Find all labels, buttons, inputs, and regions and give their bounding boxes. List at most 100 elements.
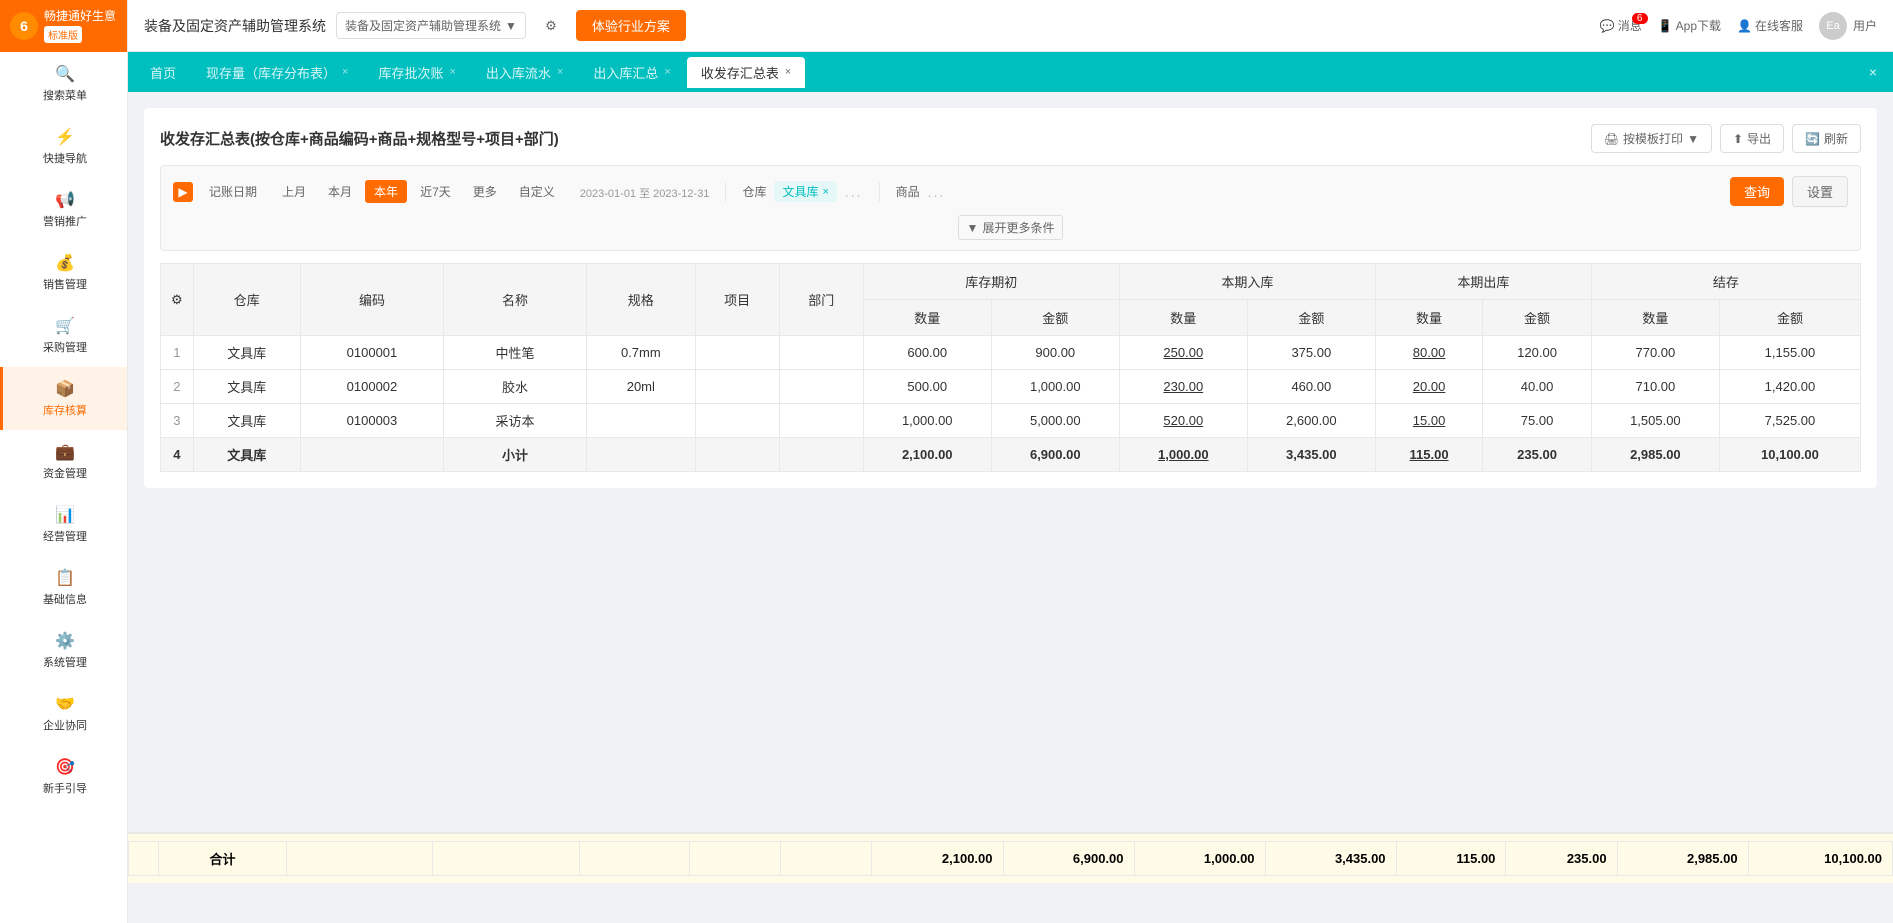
tab-batch[interactable]: 库存批次账 × bbox=[364, 57, 469, 88]
sidebar-item-basicinfo-label: 基础信息 bbox=[43, 591, 87, 607]
row-in-qty[interactable]: 230.00 bbox=[1119, 370, 1247, 404]
tab-batch-label: 库存批次账 bbox=[378, 63, 443, 82]
sidebar-item-purchase[interactable]: 🛒 采购管理 bbox=[0, 304, 127, 367]
newbie-icon: 🎯 bbox=[55, 757, 75, 777]
row-warehouse: 文具库 bbox=[193, 404, 300, 438]
goods-filter: 商品 ... bbox=[896, 183, 946, 200]
date-btn-more[interactable]: 更多 bbox=[464, 180, 506, 203]
date-btn-recent7[interactable]: 近7天 bbox=[411, 180, 460, 203]
th-dept: 部门 bbox=[779, 264, 863, 336]
th-open-amt: 金额 bbox=[991, 300, 1119, 336]
goods-more-button[interactable]: ... bbox=[928, 184, 946, 200]
warehouse-tag-remove-button[interactable]: × bbox=[822, 186, 828, 198]
row-in-amt: 375.00 bbox=[1247, 336, 1375, 370]
expand-conditions-button[interactable]: ▼ 展开更多条件 bbox=[958, 215, 1064, 240]
total-label: 合计 bbox=[159, 842, 287, 876]
logo-icon: 6 bbox=[10, 12, 38, 40]
row-out-qty[interactable]: 20.00 bbox=[1375, 370, 1482, 404]
date-btn-cur[interactable]: 本月 bbox=[319, 180, 361, 203]
filter-toggle-button[interactable]: ▶ bbox=[173, 182, 193, 202]
th-goods-spec: 规格 bbox=[587, 264, 696, 336]
operations-icon: 📊 bbox=[55, 505, 75, 525]
logo-text: 畅捷通好生意 bbox=[44, 9, 116, 25]
total-close-qty: 2,985.00 bbox=[1617, 842, 1748, 876]
sidebar-item-cooperation[interactable]: 🤝 企业协同 bbox=[0, 682, 127, 745]
marketing-icon: 📢 bbox=[55, 190, 75, 210]
table-row: 2 文具库 0100002 胶水 20ml 500.00 1,000.00 23… bbox=[161, 370, 1861, 404]
tab-inout-flow-label: 出入库流水 bbox=[486, 63, 551, 82]
tab-inout-summary-close[interactable]: × bbox=[664, 66, 670, 78]
th-goods-name: 名称 bbox=[443, 264, 586, 336]
sidebar-item-operations-label: 经营管理 bbox=[43, 528, 87, 544]
tab-home[interactable]: 首页 bbox=[136, 57, 190, 88]
filter-row: ▶ 记账日期 上月 本月 本年 近7天 更多 自定义 20 bbox=[173, 176, 1848, 207]
total-in-amt: 3,435.00 bbox=[1265, 842, 1396, 876]
row-out-qty[interactable]: 80.00 bbox=[1375, 336, 1482, 370]
tab-inout-flow[interactable]: 出入库流水 × bbox=[472, 57, 577, 88]
subtotal-in-qty[interactable]: 1,000.00 bbox=[1119, 438, 1247, 472]
app-download[interactable]: 📱 App下载 bbox=[1658, 17, 1721, 34]
filter-bar: ▶ 记账日期 上月 本月 本年 近7天 更多 自定义 20 bbox=[160, 165, 1861, 251]
settings-button[interactable]: 设置 bbox=[1792, 176, 1848, 207]
settings-icon[interactable]: ⚙ bbox=[536, 11, 566, 41]
subtotal-out-amt: 235.00 bbox=[1483, 438, 1592, 472]
messages-count: 6 bbox=[1632, 13, 1648, 24]
data-table: ⚙ 仓库 编码 名称 规格 项目 部门 库存期初 本期入库 本期出库 bbox=[160, 263, 1861, 472]
print-button[interactable]: 🖨 按模板打印 ▼ bbox=[1591, 124, 1712, 153]
date-btn-custom[interactable]: 自定义 bbox=[510, 180, 564, 203]
total-in-qty: 1,000.00 bbox=[1134, 842, 1265, 876]
row-in-qty[interactable]: 250.00 bbox=[1119, 336, 1247, 370]
row-in-qty[interactable]: 520.00 bbox=[1119, 404, 1247, 438]
tab-inout-flow-close[interactable]: × bbox=[557, 66, 563, 78]
dropdown-label: 装备及固定资产辅助管理系统 bbox=[345, 17, 501, 34]
sidebar-item-quicknav[interactable]: ⚡ 快捷导航 bbox=[0, 115, 127, 178]
tab-recv-send-summary-close[interactable]: × bbox=[785, 66, 791, 78]
tab-stock-dist-close[interactable]: × bbox=[342, 66, 348, 78]
trial-button[interactable]: 体验行业方案 bbox=[576, 10, 686, 41]
close-all-tabs-button[interactable]: × bbox=[1861, 60, 1885, 84]
sidebar-item-marketing[interactable]: 📢 营销推广 bbox=[0, 178, 127, 241]
sidebar-item-basicinfo[interactable]: 📋 基础信息 bbox=[0, 556, 127, 619]
sidebar-item-inventory[interactable]: 📦 库存核算 bbox=[0, 367, 127, 430]
refresh-button[interactable]: 🔄 刷新 bbox=[1792, 124, 1861, 153]
row-open-amt: 5,000.00 bbox=[991, 404, 1119, 438]
online-support[interactable]: 👤 在线客服 bbox=[1737, 17, 1803, 34]
row-close-amt: 7,525.00 bbox=[1719, 404, 1860, 438]
messages-badge[interactable]: 💬 消息 6 bbox=[1600, 17, 1642, 34]
sidebar-item-cooperation-label: 企业协同 bbox=[43, 717, 87, 733]
export-button[interactable]: ⬆ 导出 bbox=[1720, 124, 1784, 153]
chevron-down-print-icon: ▼ bbox=[1687, 132, 1699, 146]
total-out-amt: 235.00 bbox=[1506, 842, 1617, 876]
page-content-card: 收发存汇总表(按仓库+商品编码+商品+规格型号+项目+部门) 🖨 按模板打印 ▼… bbox=[144, 108, 1877, 488]
sidebar-item-operations[interactable]: 📊 经营管理 bbox=[0, 493, 127, 556]
support-icon: 👤 bbox=[1737, 19, 1752, 33]
tab-batch-close[interactable]: × bbox=[449, 66, 455, 78]
date-btn-year[interactable]: 本年 bbox=[365, 180, 407, 203]
tab-recv-send-summary[interactable]: 收发存汇总表 × bbox=[687, 57, 805, 88]
sidebar-item-finance[interactable]: 💼 资金管理 bbox=[0, 430, 127, 493]
sidebar-item-sales[interactable]: 💰 销售管理 bbox=[0, 241, 127, 304]
system-dropdown[interactable]: 装备及固定资产辅助管理系统 ▼ bbox=[336, 12, 526, 39]
th-goods-code: 编码 bbox=[300, 264, 443, 336]
warehouse-label: 仓库 bbox=[742, 183, 766, 200]
subtotal-spec bbox=[587, 438, 696, 472]
tab-inout-summary[interactable]: 出入库汇总 × bbox=[579, 57, 684, 88]
th-settings[interactable]: ⚙ bbox=[161, 264, 194, 336]
warehouse-more-button[interactable]: ... bbox=[845, 184, 863, 200]
user-menu[interactable]: Ea 用户 bbox=[1819, 12, 1877, 40]
quicknav-icon: ⚡ bbox=[55, 127, 75, 147]
sidebar-item-newbie[interactable]: 🎯 新手引导 bbox=[0, 745, 127, 808]
sales-icon: 💰 bbox=[55, 253, 75, 273]
page-title: 收发存汇总表(按仓库+商品编码+商品+规格型号+项目+部门) bbox=[160, 128, 559, 149]
sidebar-item-search[interactable]: 🔍 搜索菜单 bbox=[0, 52, 127, 115]
date-btn-prev[interactable]: 上月 bbox=[273, 180, 315, 203]
row-out-qty[interactable]: 15.00 bbox=[1375, 404, 1482, 438]
sidebar-nav: 🔍 搜索菜单 ⚡ 快捷导航 📢 营销推广 💰 销售管理 🛒 采购管理 📦 bbox=[0, 52, 127, 923]
subtotal-out-qty[interactable]: 115.00 bbox=[1375, 438, 1482, 472]
print-label: 按模板打印 bbox=[1623, 130, 1683, 147]
query-button[interactable]: 查询 bbox=[1730, 177, 1784, 206]
sidebar-item-system[interactable]: ⚙️ 系统管理 bbox=[0, 619, 127, 682]
row-num: 3 bbox=[161, 404, 194, 438]
row-project bbox=[695, 370, 779, 404]
tab-stock-dist[interactable]: 现存量（库存分布表） × bbox=[192, 57, 362, 88]
